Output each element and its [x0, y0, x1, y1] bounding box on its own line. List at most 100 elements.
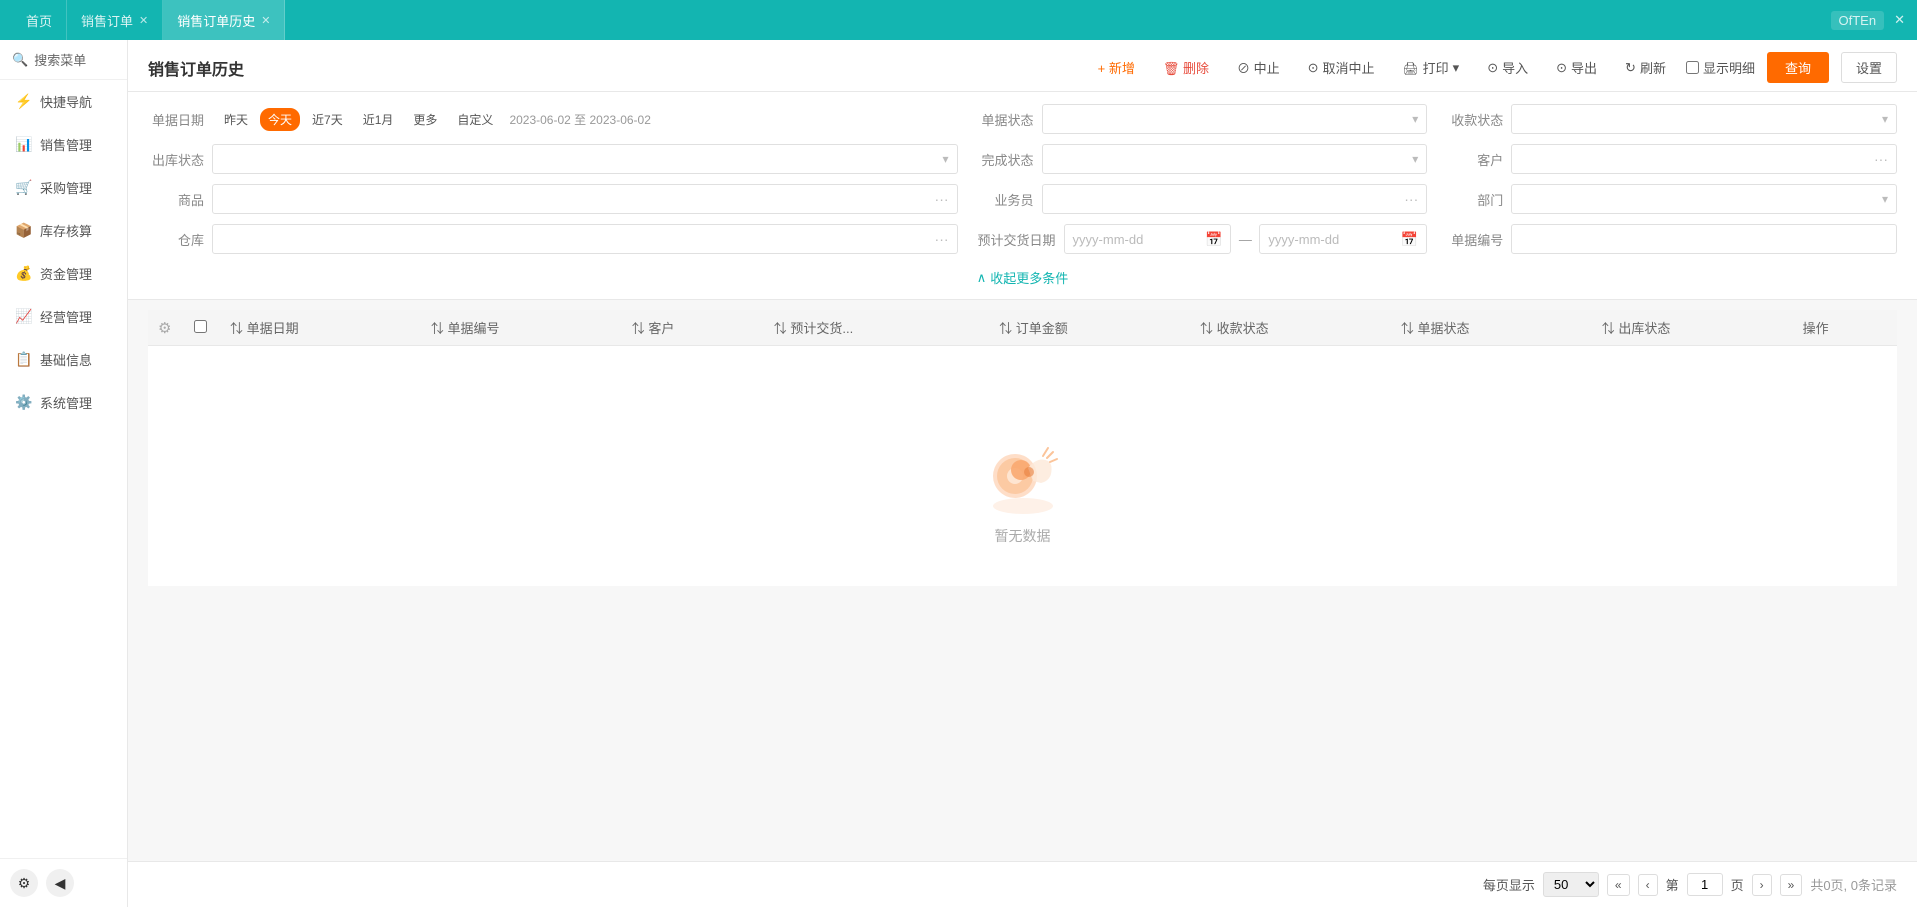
sidebar-settings-icon[interactable]: ⚙ — [10, 869, 38, 897]
department-label: 部门 — [1447, 190, 1503, 209]
sidebar-item-purchase-mgmt[interactable]: 🛒 采购管理 — [0, 166, 127, 209]
salesperson-control[interactable]: ··· — [1042, 184, 1428, 214]
col-actions: 操作 — [1793, 310, 1897, 346]
date-btn-yesterday[interactable]: 昨天 — [216, 108, 256, 131]
empty-state-row: 暂无数据 — [148, 346, 1897, 587]
table-body: 暂无数据 — [148, 346, 1897, 587]
new-button[interactable]: + 新增 — [1090, 54, 1143, 81]
customer-control[interactable]: ··· — [1511, 144, 1897, 174]
department-control[interactable]: ▾ — [1511, 184, 1897, 214]
bill-status-label: 单据状态 — [978, 110, 1034, 129]
export-button[interactable]: ⊙ 导出 — [1548, 54, 1605, 81]
bill-status-control[interactable]: ▾ — [1042, 104, 1428, 134]
tab-sales-order[interactable]: 销售订单 ✕ — [67, 0, 163, 40]
setting-button[interactable]: 设置 — [1841, 52, 1897, 83]
product-control[interactable]: ··· — [212, 184, 958, 214]
payment-status-control[interactable]: ▾ — [1511, 104, 1897, 134]
last-page-button[interactable]: » — [1780, 874, 1803, 896]
collapse-up-icon: ∧ — [977, 270, 987, 286]
tab-home[interactable]: 首页 — [12, 0, 67, 40]
sidebar: 🔍 搜索菜单 ⚡ 快捷导航 📊 销售管理 🛒 采购管理 📦 库存核算 💰 资金管… — [0, 40, 128, 907]
show-detail-input[interactable] — [1686, 61, 1699, 74]
col-bill-status: ⇅ 单据状态 — [1391, 310, 1592, 346]
query-button[interactable]: 查询 — [1767, 52, 1829, 83]
sidebar-item-finance-mgmt[interactable]: 💰 资金管理 — [0, 252, 127, 295]
warehouse-dots: ··· — [935, 231, 949, 247]
collapse-row[interactable]: ∧ 收起更多条件 — [148, 264, 1897, 287]
first-page-button[interactable]: « — [1607, 874, 1630, 896]
cancel-stop-button[interactable]: ⊙ 取消中止 — [1300, 54, 1383, 81]
page-number-input[interactable] — [1687, 873, 1723, 896]
refresh-button[interactable]: ↻ 刷新 — [1617, 54, 1674, 81]
complete-status-control[interactable]: ▾ — [1042, 144, 1428, 174]
main-layout: 🔍 搜索菜单 ⚡ 快捷导航 📊 销售管理 🛒 采购管理 📦 库存核算 💰 资金管… — [0, 40, 1917, 907]
prev-page-button[interactable]: ‹ — [1638, 874, 1658, 896]
col-date: ⇅ 单据日期 — [220, 310, 421, 346]
date-btn-today[interactable]: 今天 — [260, 108, 300, 131]
per-page-select[interactable]: 10 20 50 100 — [1543, 872, 1599, 897]
col-amount: ⇅ 订单金额 — [989, 310, 1190, 346]
tab-sales-order-history[interactable]: 销售订单历史 ✕ — [163, 0, 285, 40]
show-detail-checkbox[interactable]: 显示明细 — [1686, 58, 1755, 77]
col-outbound-status: ⇅ 出库状态 — [1592, 310, 1793, 346]
date-label: 单据日期 — [148, 110, 204, 129]
salesperson-label: 业务员 — [978, 190, 1034, 209]
close-sales-order-tab[interactable]: ✕ — [139, 14, 148, 27]
calendar-to-icon: 📅 — [1401, 231, 1418, 248]
close-history-tab[interactable]: ✕ — [261, 14, 270, 27]
print-button[interactable]: 🖨 打印 ▾ — [1395, 54, 1468, 81]
date-btn-custom[interactable]: 自定义 — [449, 108, 501, 131]
date-divider: — — [1235, 232, 1255, 247]
sidebar-collapse-icon[interactable]: ◀ — [46, 869, 74, 897]
department-arrow: ▾ — [1882, 192, 1888, 206]
complete-status-arrow: ▾ — [1412, 152, 1418, 166]
date-btn-more[interactable]: 更多 — [405, 108, 445, 131]
col-customer: ⇅ 客户 — [622, 310, 764, 346]
next-page-button[interactable]: › — [1752, 874, 1772, 896]
sidebar-item-basic-info[interactable]: 📋 基础信息 — [0, 338, 127, 381]
product-label: 商品 — [148, 190, 204, 209]
date-btn-1month[interactable]: 近1月 — [355, 108, 402, 131]
inventory-check-icon: 📦 — [16, 223, 32, 239]
outbound-status-control[interactable]: ▾ — [212, 144, 958, 174]
basic-info-icon: 📋 — [16, 352, 32, 368]
sidebar-item-quick-nav[interactable]: ⚡ 快捷导航 — [0, 80, 127, 123]
sidebar-item-inventory-check[interactable]: 📦 库存核算 — [0, 209, 127, 252]
expected-delivery-from[interactable]: yyyy-mm-dd 📅 — [1064, 224, 1232, 254]
cancel-stop-icon: ⊙ — [1308, 60, 1319, 76]
purchase-mgmt-icon: 🛒 — [16, 180, 32, 196]
col-payment-status: ⇅ 收款状态 — [1190, 310, 1391, 346]
filter-row-4: 仓库 ··· 预计交货日期 yyyy-mm-dd 📅 — — [148, 224, 1897, 254]
data-table: ⚙ ⇅ 单据日期 ⇅ 单据编号 — [148, 310, 1897, 586]
table-check-col[interactable] — [184, 310, 220, 346]
table-settings-col[interactable]: ⚙ — [148, 310, 184, 346]
stop-button[interactable]: ⊘ 中止 — [1229, 54, 1288, 81]
filter-salesperson: 业务员 ··· — [978, 184, 1428, 214]
sidebar-item-system-mgmt[interactable]: ⚙️ 系统管理 — [0, 381, 127, 424]
bill-number-control[interactable] — [1511, 224, 1897, 254]
filter-bill-status: 单据状态 ▾ — [978, 104, 1428, 134]
sidebar-search[interactable]: 🔍 搜索菜单 — [0, 40, 127, 80]
date-quick-btns: 昨天 今天 近7天 近1月 更多 自定义 — [216, 108, 501, 131]
outbound-status-label: 出库状态 — [148, 150, 204, 169]
delete-button[interactable]: 🗑 删除 — [1155, 54, 1217, 81]
import-button[interactable]: ⊙ 导入 — [1479, 54, 1536, 81]
payment-status-label: 收款状态 — [1447, 110, 1503, 129]
topbar-close-icon[interactable]: ✕ — [1894, 12, 1905, 28]
filter-area: 单据日期 昨天 今天 近7天 近1月 更多 自定义 2023-06-02 至 — [128, 92, 1917, 300]
customer-dots: ··· — [1874, 151, 1888, 167]
bill-status-arrow: ▾ — [1412, 112, 1418, 126]
col-expected-delivery: ⇅ 预计交货... — [764, 310, 989, 346]
filter-complete-status: 完成状态 ▾ — [978, 144, 1428, 174]
table-area: ⚙ ⇅ 单据日期 ⇅ 单据编号 — [128, 300, 1917, 861]
filter-payment-status: 收款状态 ▾ — [1447, 104, 1897, 134]
warehouse-control[interactable]: ··· — [212, 224, 958, 254]
sidebar-item-operations-mgmt[interactable]: 📈 经营管理 — [0, 295, 127, 338]
search-icon: 🔍 — [12, 52, 28, 68]
table-settings-gear[interactable]: ⚙ — [158, 320, 171, 337]
expected-delivery-to[interactable]: yyyy-mm-dd 📅 — [1259, 224, 1427, 254]
sidebar-item-sales-mgmt[interactable]: 📊 销售管理 — [0, 123, 127, 166]
date-btn-7days[interactable]: 近7天 — [304, 108, 351, 131]
select-all-checkbox[interactable] — [194, 320, 207, 333]
content-area: 销售订单历史 + 新增 🗑 删除 ⊘ 中止 ⊙ 取消中止 🖨 打印 ▾ — [128, 40, 1917, 907]
